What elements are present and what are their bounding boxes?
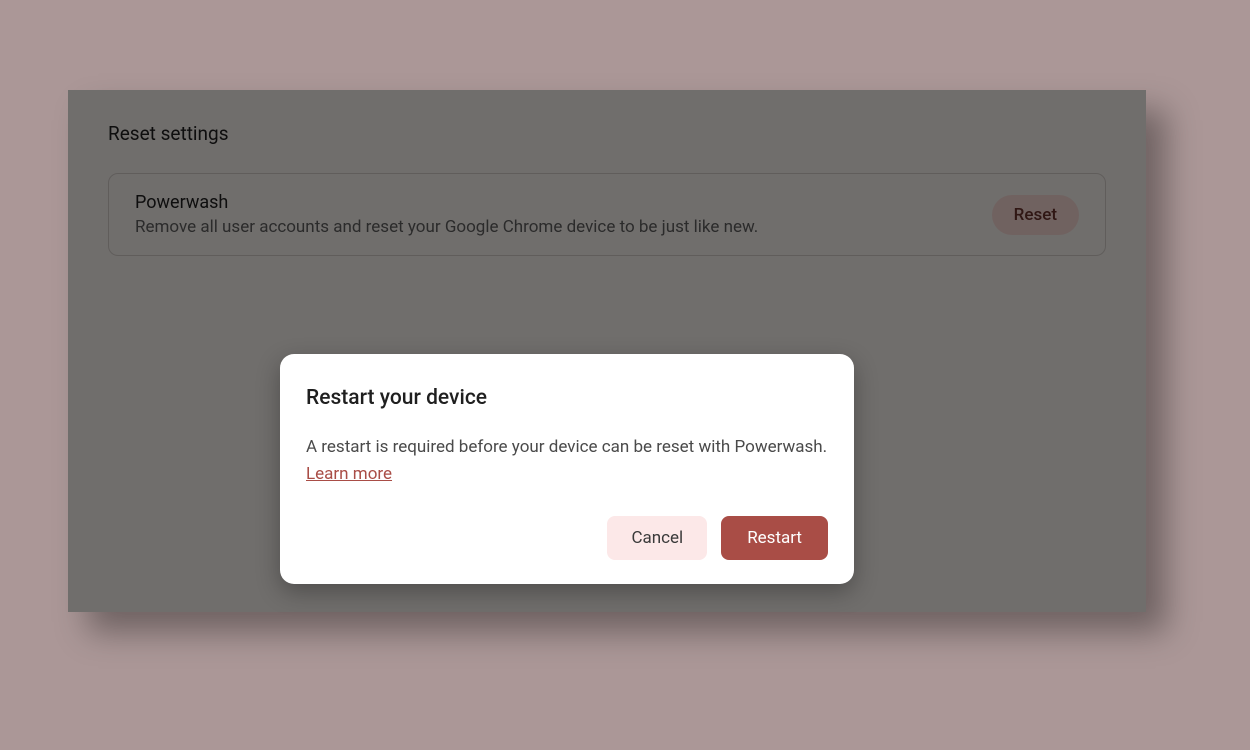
restart-dialog: Restart your device A restart is require… [280, 354, 854, 584]
restart-button[interactable]: Restart [721, 516, 828, 560]
dialog-body-text: A restart is required before your device… [306, 437, 827, 457]
dialog-actions: Cancel Restart [306, 516, 828, 560]
dialog-title: Restart your device [306, 386, 828, 410]
dialog-body: A restart is required before your device… [306, 434, 828, 488]
learn-more-link[interactable]: Learn more [306, 464, 392, 484]
cancel-button[interactable]: Cancel [607, 516, 707, 560]
